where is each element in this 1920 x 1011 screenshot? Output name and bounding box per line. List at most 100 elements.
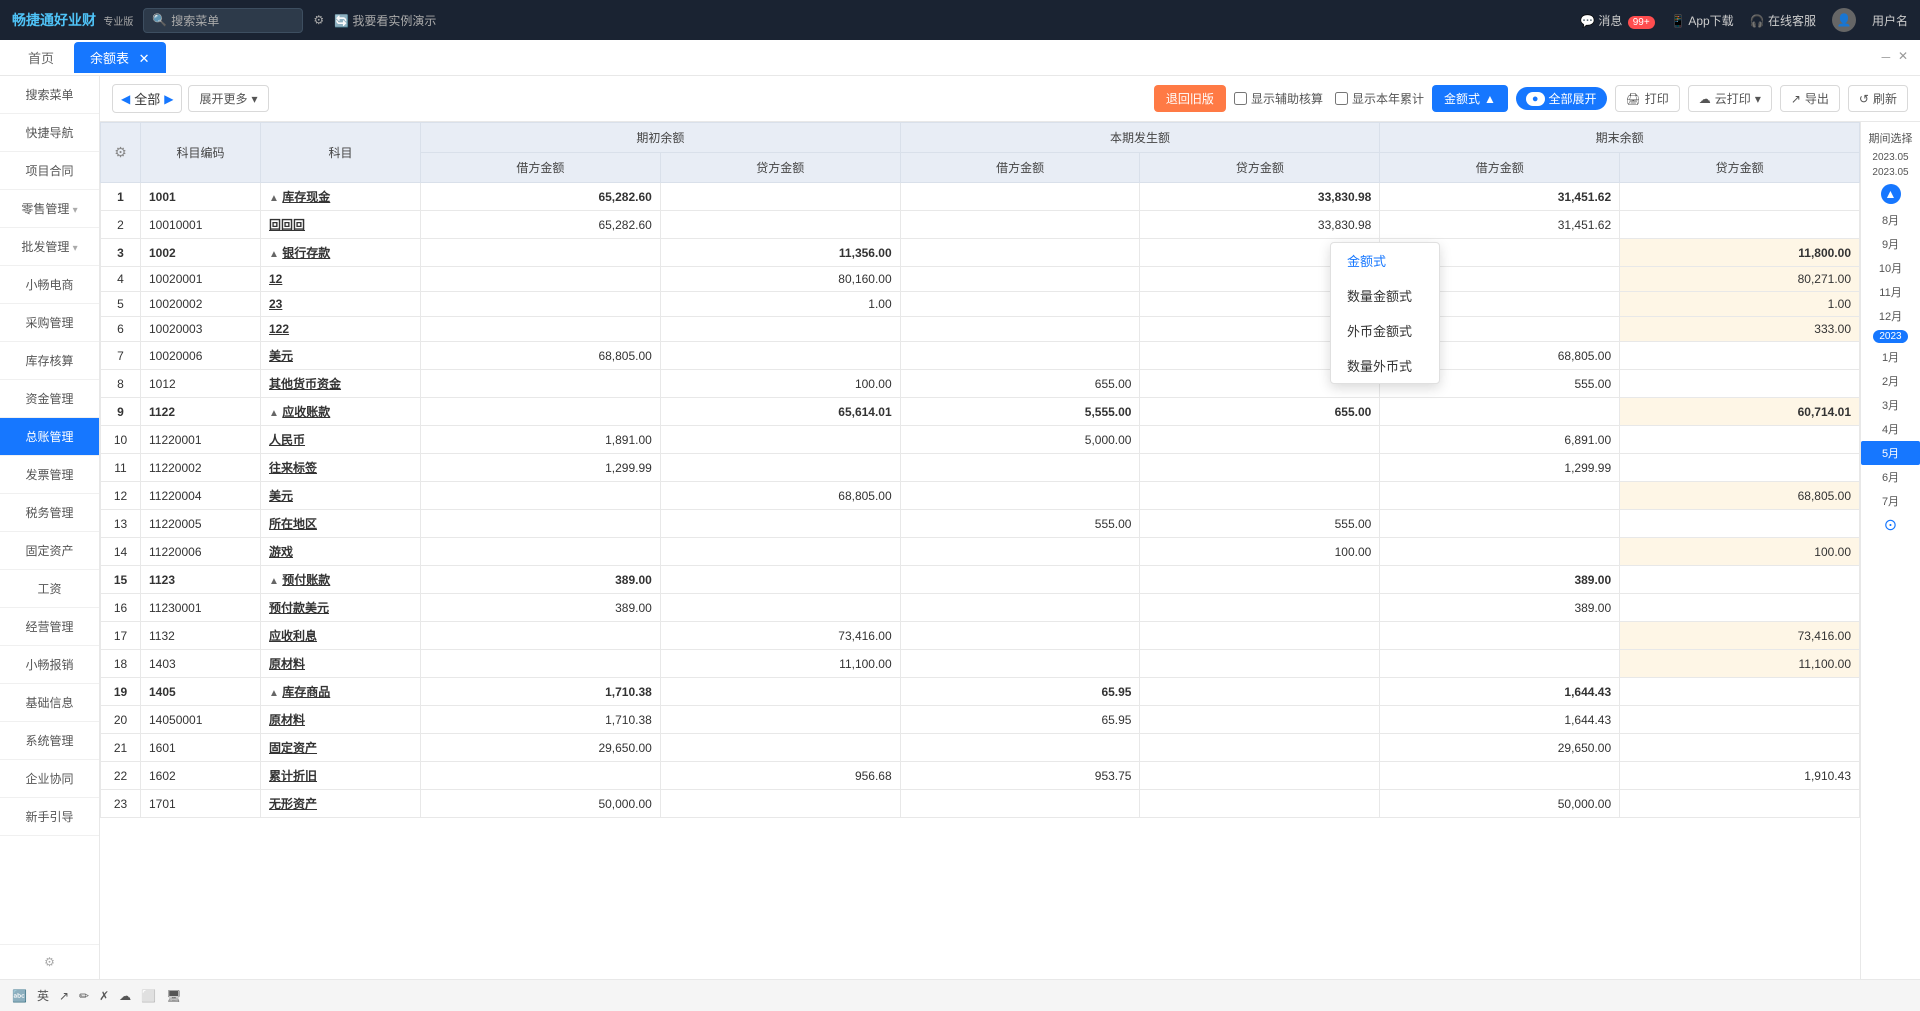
dropdown-item-amount[interactable]: 金额式 [1331,243,1439,278]
annual-checkbox-input[interactable] [1335,92,1348,105]
sidebar-item-inventory[interactable]: 库存核算 [0,342,99,380]
time-item-3[interactable]: 3月 [1861,393,1920,417]
bottom-icon-6[interactable]: ⬜ [141,989,156,1003]
settings-header[interactable]: ⚙ [101,123,141,183]
time-collapse-btn[interactable]: ⊙ [1882,513,1899,537]
sidebar-item-salary[interactable]: 工资 [0,570,99,608]
bottom-icon-7[interactable]: 🖥 [166,989,181,1003]
sidebar-item-quick-nav[interactable]: 快捷导航 [0,114,99,152]
time-item-2[interactable]: 2月 [1861,369,1920,393]
filter-search-box[interactable]: ◀ 全部 ▶ [112,84,182,113]
gear-settings-icon[interactable]: ⚙ [313,13,324,27]
cell-end-debit: 389.00 [1380,594,1620,622]
toggle-expand-btn[interactable]: ● 全部展开 [1516,87,1607,110]
sidebar-item-basic[interactable]: 基础信息 [0,684,99,722]
top-bar: 畅捷通好业财 专业版 🔍 搜索菜单 ⚙ 🔄 我要看实例演示 💬 消息 99+ 📱… [0,0,1920,40]
cell-name: ▲ 预付账款 [261,566,421,594]
aux-checkbox-input[interactable] [1234,92,1247,105]
sidebar-item-guide[interactable]: 新手引导 [0,798,99,836]
cell-end-debit [1380,398,1620,426]
top-search-box[interactable]: 🔍 搜索菜单 [143,8,303,33]
cell-num: 20 [101,706,141,734]
time-item-5[interactable]: 5月 [1861,441,1920,465]
cell-num: 6 [101,317,141,342]
bottom-icon-2[interactable]: ↗ [59,989,69,1003]
time-item-10[interactable]: 10月 [1861,256,1920,280]
sidebar-item-assets[interactable]: 固定资产 [0,532,99,570]
bottom-icon-1[interactable]: 🔤 [12,989,27,1003]
cell-curr-debit [900,454,1140,482]
toggle-switch[interactable]: ● [1526,92,1545,106]
time-item-11[interactable]: 11月 [1861,280,1920,304]
sidebar-item-expense[interactable]: 小畅报销 [0,646,99,684]
cell-open-debit [421,370,661,398]
tab-close-icon[interactable]: ✕ [139,51,150,66]
bottom-icon-3[interactable]: ✏ [79,989,89,1003]
cell-open-credit: 65,614.01 [660,398,900,426]
time-panel: 期间选择 2023.05 2023.05 ▲ 8月 9月 10月 11月 12月… [1860,122,1920,979]
sidebar-item-search[interactable]: 搜索菜单 [0,76,99,114]
table-container: ⚙ 科目编码 科目 期初余额 本期发生额 期末余额 借方金额 贷方金额 借方金额… [100,122,1860,979]
sidebar-item-ecommerce[interactable]: 小畅电商 [0,266,99,304]
time-item-1[interactable]: 1月 [1861,345,1920,369]
cell-open-credit [660,538,900,566]
show-aux-checkbox[interactable]: 显示辅助核算 [1234,90,1323,107]
cell-open-credit [660,790,900,818]
time-item-9[interactable]: 9月 [1861,232,1920,256]
sidebar-item-invoice[interactable]: 发票管理 [0,456,99,494]
dropdown-item-foreign-amount[interactable]: 外币金额式 [1331,313,1439,348]
window-close-icon[interactable]: ✕ [1898,49,1908,66]
table-settings-icon[interactable]: ⚙ [114,144,127,160]
message-btn[interactable]: 💬 消息 99+ [1580,12,1655,29]
sidebar-item-ledger[interactable]: 总账管理 [0,418,99,456]
window-minimize-icon[interactable]: － [1880,49,1892,66]
sidebar-item-operations[interactable]: 经营管理 [0,608,99,646]
nav-left-icon[interactable]: ◀ [121,92,130,106]
mode-btn[interactable]: 金额式 ▲ [1432,85,1508,112]
sidebar-item-retail[interactable]: 零售管理 ▾ [0,190,99,228]
user-avatar[interactable]: 👤 [1832,8,1856,32]
time-item-7[interactable]: 7月 [1861,489,1920,513]
time-expand-up-btn[interactable]: ▲ [1881,184,1901,204]
bottom-icon-4[interactable]: ✗ [99,989,109,1003]
export-btn[interactable]: ↗ 导出 [1780,85,1840,112]
bottom-icon-5[interactable]: ☁ [119,989,131,1003]
show-annual-checkbox[interactable]: 显示本年累计 [1335,90,1424,107]
cell-end-debit [1380,622,1620,650]
sidebar-item-system[interactable]: 系统管理 [0,722,99,760]
time-item-4[interactable]: 4月 [1861,417,1920,441]
balance-table: ⚙ 科目编码 科目 期初余额 本期发生额 期末余额 借方金额 贷方金额 借方金额… [100,122,1860,818]
sidebar-settings[interactable]: ⚙ [0,944,99,979]
cell-curr-credit [1140,454,1380,482]
download-btn[interactable]: 📱 App下载 [1671,12,1734,29]
demo-link[interactable]: 🔄 我要看实例演示 [334,12,436,29]
time-item-6[interactable]: 6月 [1861,465,1920,489]
sidebar-item-tax[interactable]: 税务管理 [0,494,99,532]
dropdown-item-qty-foreign[interactable]: 数量外币式 [1331,348,1439,383]
cell-code: 11220004 [141,482,261,510]
cell-num: 16 [101,594,141,622]
time-item-8[interactable]: 8月 [1861,208,1920,232]
bottom-lang-en[interactable]: 英 [37,987,49,1004]
back-old-version-btn[interactable]: 退回旧版 [1154,85,1226,112]
tab-home[interactable]: 首页 [12,42,70,73]
year-row: 2023 [1871,328,1909,345]
nav-right-icon[interactable]: ▶ [164,92,173,106]
sidebar-item-purchase[interactable]: 采购管理 [0,304,99,342]
service-btn[interactable]: 🎧 在线客服 [1750,12,1816,29]
sidebar-item-wholesale[interactable]: 批发管理 ▾ [0,228,99,266]
cell-end-credit [1620,454,1860,482]
sidebar-item-cooperation[interactable]: 企业协同 [0,760,99,798]
refresh-btn[interactable]: ↺ 刷新 [1848,85,1908,112]
dropdown-item-qty-amount[interactable]: 数量金额式 [1331,278,1439,313]
print-btn[interactable]: 🖨 打印 [1615,85,1680,112]
tab-balance[interactable]: 余额表 ✕ [74,42,166,73]
expand-more-btn[interactable]: 展开更多 ▾ [188,85,268,112]
filter-label: 全部 [134,89,160,108]
cloud-print-btn[interactable]: ☁ 云打印 ▾ [1688,85,1772,112]
sidebar-item-funds[interactable]: 资金管理 [0,380,99,418]
sidebar-item-project[interactable]: 项目合同 [0,152,99,190]
col-header-end: 期末余额 [1380,123,1860,153]
cell-open-credit [660,510,900,538]
time-item-12[interactable]: 12月 [1861,304,1920,328]
